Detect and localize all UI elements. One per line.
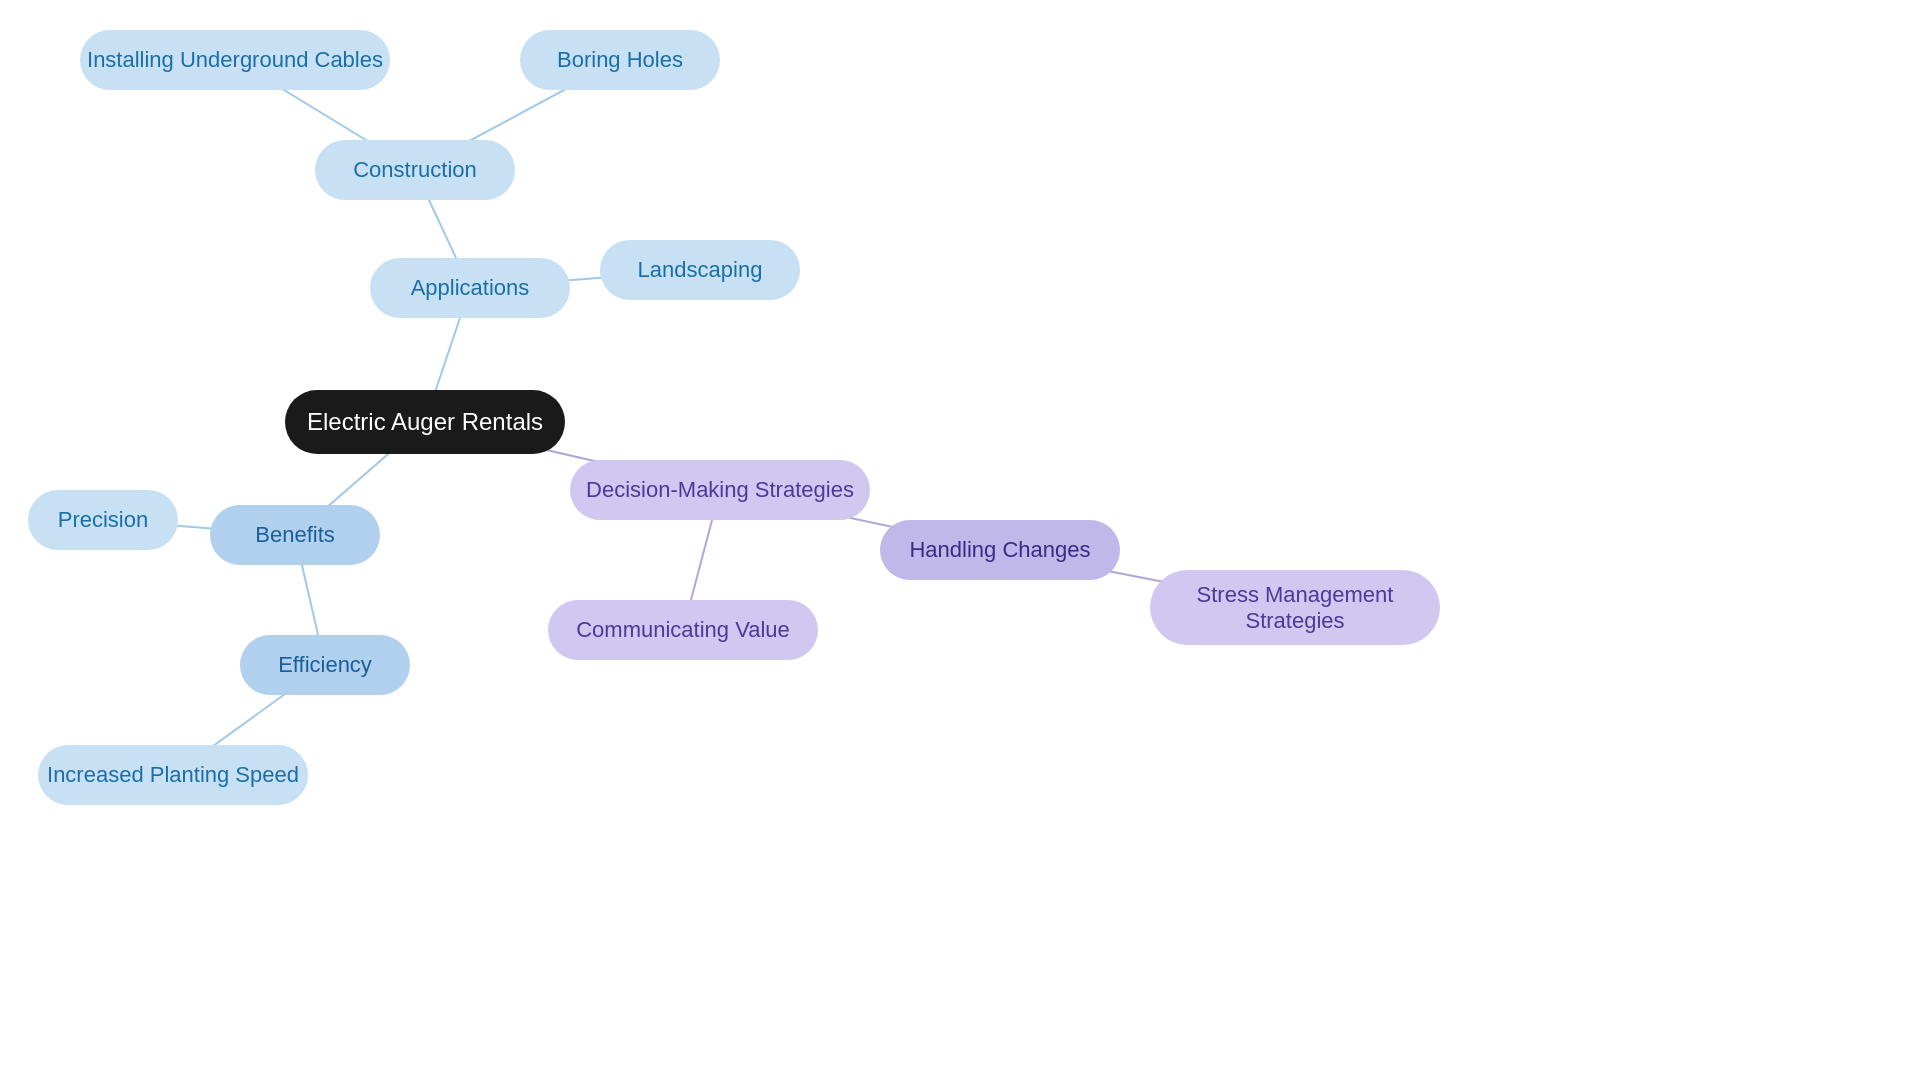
decision-node[interactable]: Decision-Making Strategies xyxy=(570,460,870,520)
construction-node[interactable]: Construction xyxy=(315,140,515,200)
installing-node[interactable]: Installing Underground Cables xyxy=(80,30,390,90)
boring-node[interactable]: Boring Holes xyxy=(520,30,720,90)
efficiency-node[interactable]: Efficiency xyxy=(240,635,410,695)
applications-node[interactable]: Applications xyxy=(370,258,570,318)
communicating-node[interactable]: Communicating Value xyxy=(548,600,818,660)
handling-node[interactable]: Handling Changes xyxy=(880,520,1120,580)
center-node[interactable]: Electric Auger Rentals xyxy=(285,390,565,454)
landscaping-node[interactable]: Landscaping xyxy=(600,240,800,300)
stress-node[interactable]: Stress Management Strategies xyxy=(1150,570,1440,645)
planting-node[interactable]: Increased Planting Speed xyxy=(38,745,308,805)
precision-node[interactable]: Precision xyxy=(28,490,178,550)
benefits-node[interactable]: Benefits xyxy=(210,505,380,565)
